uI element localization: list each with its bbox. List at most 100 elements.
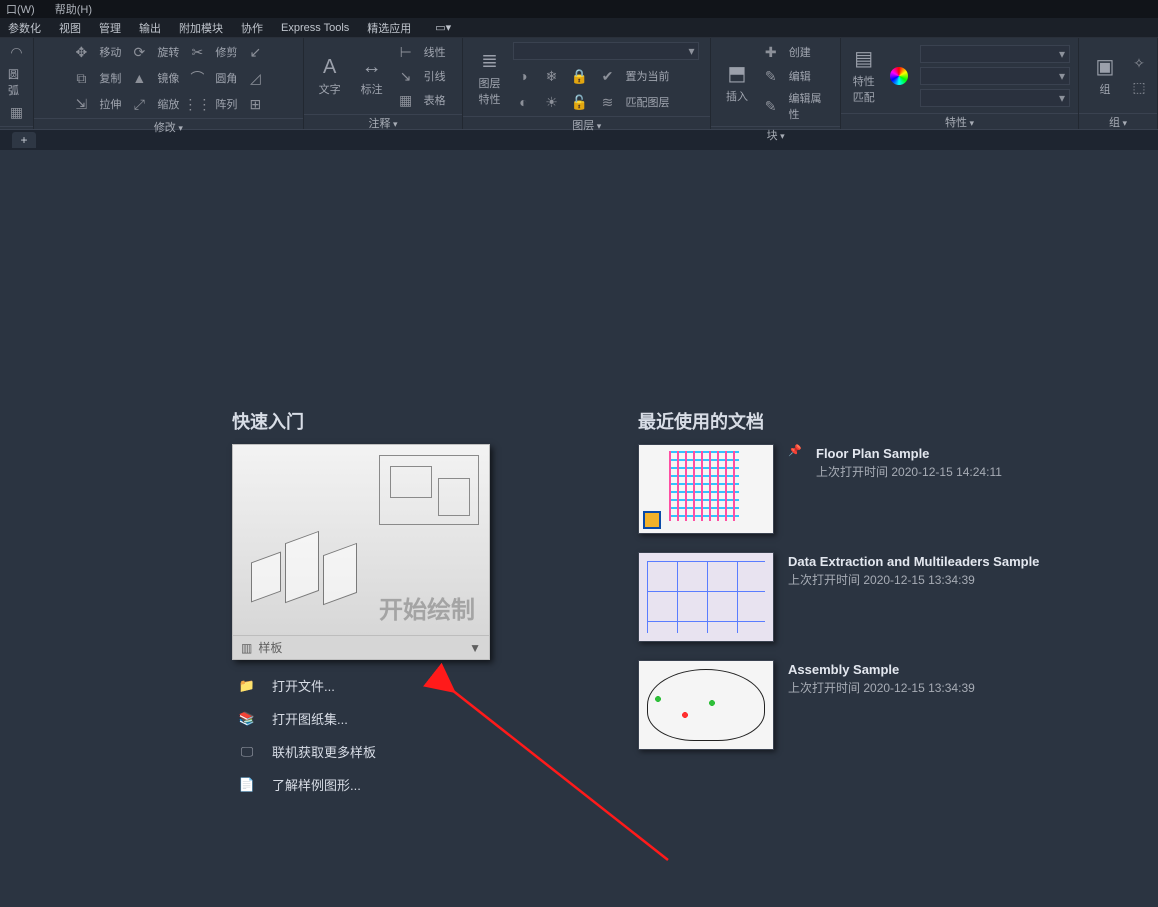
panel-modify: ✥移动 ⟳旋转 ✂修剪 ↙ ⧉复制 ▲镜像 ⌒圆角 ◿ ⇲拉伸 ⤢缩放 ⋮⋮阵列… <box>34 38 304 129</box>
doc-meta: 上次打开时间 2020-12-15 14:24:11 <box>816 463 1002 480</box>
arc-icon[interactable]: ◠ <box>7 42 27 62</box>
scale-icon[interactable]: ⤢ <box>129 94 149 114</box>
document-icon: 📄 <box>236 776 258 794</box>
array-icon[interactable]: ⋮⋮ <box>187 94 207 114</box>
template-icon: ▥ <box>241 641 252 655</box>
table-label: 表格 <box>424 92 446 108</box>
explode-icon[interactable]: ⊞ <box>245 94 265 114</box>
doc-name: Floor Plan Sample <box>816 446 1002 461</box>
scale-label: 缩放 <box>157 96 179 112</box>
doc-thumbnail <box>638 444 774 534</box>
ribbon-tabs: 参数化 视图 管理 输出 附加模块 协作 Express Tools 精选应用 … <box>0 18 1158 38</box>
layer-unlock-icon[interactable]: 🔓 <box>569 92 589 112</box>
tab-output[interactable]: 输出 <box>139 20 161 36</box>
tab-addins[interactable]: 附加模块 <box>179 20 223 36</box>
open-file-link[interactable]: 📁打开文件... <box>232 676 502 695</box>
panel-block: ⬒插入 ✚创建 ✎编辑 ✎编辑属性 块 <box>711 38 841 129</box>
menubar: 口(W) 帮助(H) <box>0 0 1158 18</box>
panel-annotate-title[interactable]: 注释 <box>369 118 398 130</box>
panel-layers: ≣图层 特性 ▾ ◑ ❄ 🔒 ✔ 置为当前 ◐ ☀ 🔓 ≋ 匹配图层 <box>463 38 711 129</box>
template-dropdown[interactable]: ▥样板 ▼ <box>233 635 489 659</box>
start-drawing-text: 开始绘制 <box>379 590 475 625</box>
block-create-label: 创建 <box>789 44 811 60</box>
lineweight-combo[interactable]: ▾ <box>920 67 1070 85</box>
recent-doc[interactable]: Assembly Sample 上次打开时间 2020-12-15 13:34:… <box>638 660 1118 750</box>
chamfer-icon[interactable]: ◿ <box>245 68 265 88</box>
layer-thaw-icon[interactable]: ☀ <box>541 92 561 112</box>
doc-meta: 上次打开时间 2020-12-15 13:34:39 <box>788 679 975 696</box>
tab-end-button[interactable]: ▭▾ <box>435 21 451 34</box>
linear-label: 线性 <box>424 44 446 60</box>
tab-express-tools[interactable]: Express Tools <box>281 22 349 34</box>
tab-parametric[interactable]: 参数化 <box>8 20 41 36</box>
start-drawing-card[interactable]: 开始绘制 ▥样板 ▼ <box>232 444 490 660</box>
leader-icon[interactable]: ↘ <box>396 66 416 86</box>
layer-setcurrent-icon[interactable]: ✔ <box>597 66 617 86</box>
rotate-icon[interactable]: ⟳ <box>129 42 149 62</box>
doc-name: Assembly Sample <box>788 662 975 677</box>
linear-icon[interactable]: ⊢ <box>396 42 416 62</box>
match-properties-button[interactable]: ▤特性 匹配 <box>849 58 879 94</box>
block-edit-label: 编辑 <box>789 68 811 84</box>
array-label: 阵列 <box>215 96 237 112</box>
tab-view[interactable]: 视图 <box>59 20 81 36</box>
fillet-icon[interactable]: ⌒ <box>187 68 207 88</box>
block-create-icon[interactable]: ✚ <box>761 42 781 62</box>
recent-doc[interactable]: Data Extraction and Multileaders Sample … <box>638 552 1118 642</box>
panel-group: ▣组 ✧ ⬚ 组 <box>1079 38 1158 129</box>
text-button[interactable]: A文字 <box>312 58 348 94</box>
menu-help[interactable]: 帮助(H) <box>55 1 92 17</box>
ribbon: ◠ 圆弧 ▦ ✥移动 ⟳旋转 ✂修剪 ↙ ⧉复制 ▲镜像 ⌒圆角 ◿ ⇲拉伸 ⤢… <box>0 38 1158 130</box>
hatch-icon[interactable]: ▦ <box>7 102 27 122</box>
leader-label: 引线 <box>424 68 446 84</box>
linetype-combo[interactable]: ▾ <box>920 89 1070 107</box>
color-wheel-button[interactable] <box>885 58 915 94</box>
extend-icon[interactable]: ↙ <box>245 42 265 62</box>
sheetset-icon: 📚 <box>236 710 258 728</box>
panel-block-title[interactable]: 块 <box>767 130 785 142</box>
tab-collaborate[interactable]: 协作 <box>241 20 263 36</box>
panel-modify-title[interactable]: 修改 <box>154 122 183 134</box>
stretch-icon[interactable]: ⇲ <box>71 94 91 114</box>
layer-iso-icon[interactable]: ◐ <box>513 92 533 112</box>
panel-group-title[interactable]: 组 <box>1109 117 1127 129</box>
group-button[interactable]: ▣组 <box>1087 58 1123 94</box>
group-edit-icon[interactable]: ✧ <box>1129 54 1149 74</box>
layer-lock-icon[interactable]: 🔒 <box>569 66 589 86</box>
mirror-icon[interactable]: ▲ <box>129 68 149 88</box>
stretch-label: 拉伸 <box>99 96 121 112</box>
move-icon[interactable]: ✥ <box>71 42 91 62</box>
color-combo[interactable]: ▾ <box>920 45 1070 63</box>
trim-icon[interactable]: ✂ <box>187 42 207 62</box>
block-edit-icon[interactable]: ✎ <box>761 66 781 86</box>
start-canvas: 快速入门 开始绘制 ▥样板 ▼ 📁打开文件... 📚打开图纸集... 🖵联机获取… <box>0 150 1158 757</box>
quickstart: 快速入门 开始绘制 ▥样板 ▼ 📁打开文件... 📚打开图纸集... 🖵联机获取… <box>232 408 502 794</box>
layer-off-icon[interactable]: ◑ <box>513 66 533 86</box>
block-attr-icon[interactable]: ✎ <box>761 96 781 116</box>
layer-match-icon[interactable]: ≋ <box>597 92 617 112</box>
copy-icon[interactable]: ⧉ <box>71 68 91 88</box>
online-templates-link[interactable]: 🖵联机获取更多样板 <box>232 742 502 761</box>
dimension-button[interactable]: ↔标注 <box>354 58 390 94</box>
tab-featured-apps[interactable]: 精选应用 <box>367 20 411 36</box>
layer-combo[interactable]: ▾ <box>513 42 699 60</box>
menu-window[interactable]: 口(W) <box>6 1 35 17</box>
new-tab-button[interactable]: + <box>12 132 36 148</box>
layer-freeze-icon[interactable]: ❄ <box>541 66 561 86</box>
trim-label: 修剪 <box>215 44 237 60</box>
table-icon[interactable]: ▦ <box>396 90 416 110</box>
group-select-icon[interactable]: ⬚ <box>1129 78 1149 98</box>
recent-doc[interactable]: 📌 Floor Plan Sample 上次打开时间 2020-12-15 14… <box>638 444 1118 534</box>
layer-properties-button[interactable]: ≣图层 特性 <box>471 59 507 95</box>
block-attr-label: 编辑属性 <box>789 90 832 122</box>
open-sheetset-link[interactable]: 📚打开图纸集... <box>232 709 502 728</box>
sample-drawings-link[interactable]: 📄了解样例图形... <box>232 775 502 794</box>
panel-properties-title[interactable]: 特性 <box>945 117 974 129</box>
pin-icon[interactable]: 📌 <box>788 444 802 458</box>
panel-layers-title[interactable]: 图层 <box>572 120 601 132</box>
recent-docs: 最近使用的文档 📌 Floor Plan Sample 上次打开时间 2020-… <box>638 408 1118 750</box>
matchlayer-label: 匹配图层 <box>625 94 669 110</box>
insert-button[interactable]: ⬒插入 <box>719 64 755 100</box>
tab-manage[interactable]: 管理 <box>99 20 121 36</box>
panel-properties: ▤特性 匹配 ▾ ▾ ▾ 特性 <box>841 38 1079 129</box>
